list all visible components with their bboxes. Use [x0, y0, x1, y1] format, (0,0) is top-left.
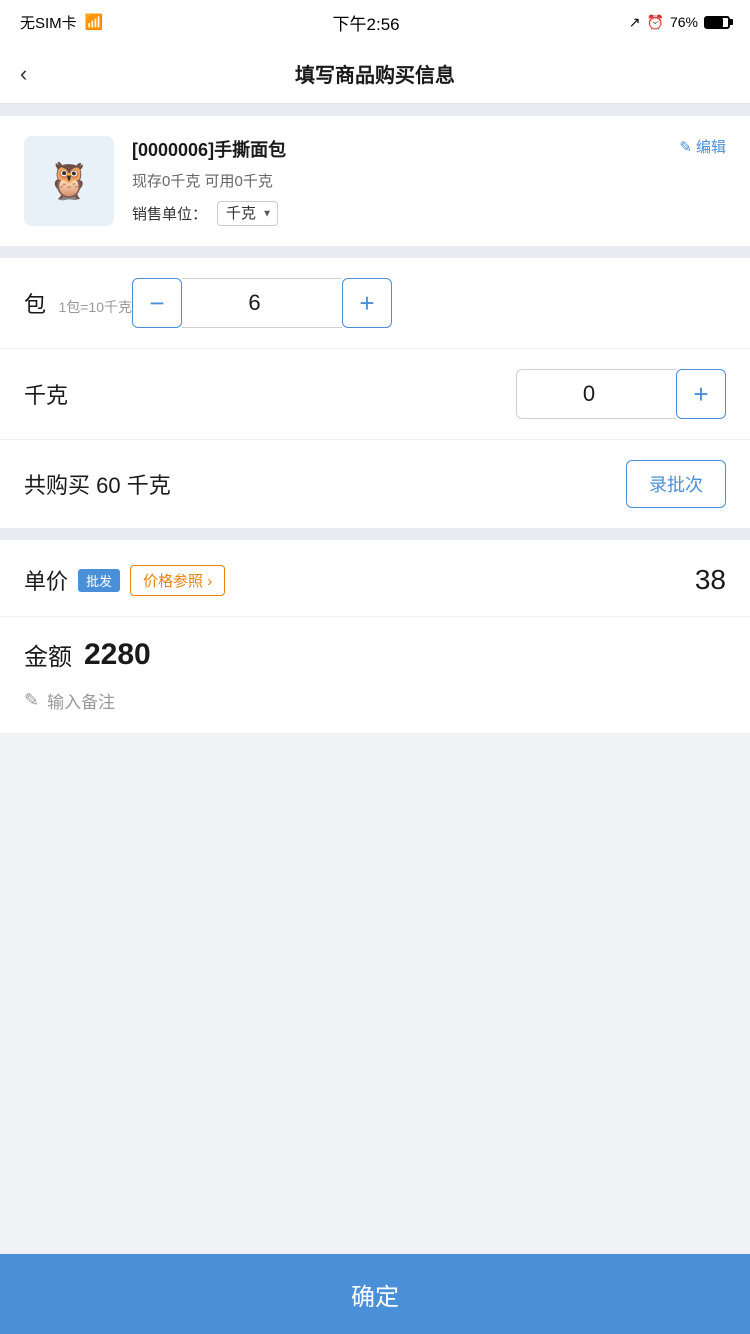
product-name: [0000006]手撕面包 — [132, 136, 726, 162]
back-button[interactable]: ‹ — [20, 61, 27, 87]
price-label: 单价 — [24, 564, 68, 596]
bao-label: 包 — [24, 292, 46, 317]
total-label: 共购买 60 千克 — [24, 468, 171, 500]
kg-label: 千克 — [24, 378, 516, 410]
amount-section: 金额 2280 ✎ 输入备注 — [0, 617, 750, 733]
amount-label: 金额 — [24, 637, 72, 672]
status-right: ↗ ⏰ 76% — [629, 14, 730, 31]
edit-button[interactable]: ✎ 编辑 — [679, 136, 726, 157]
confirm-bar[interactable]: 确定 — [0, 1254, 750, 1334]
price-label-group: 单价 批发 价格参照 › — [24, 564, 225, 596]
status-left: 无SIM卡 📶 — [20, 12, 103, 33]
product-stock: 现存0千克 可用0千克 — [132, 170, 726, 191]
note-icon: ✎ — [24, 690, 39, 711]
wifi-icon: 📶 — [85, 13, 104, 31]
bao-qty-input[interactable] — [182, 278, 342, 328]
input-section: 包 1包=10千克 − + 千克 + — [0, 258, 750, 440]
amount-row: 金额 2280 — [24, 637, 726, 672]
note-row[interactable]: ✎ 输入备注 — [24, 688, 726, 713]
price-ref-label: 价格参照 › — [143, 570, 212, 591]
product-icon: 🦉 — [47, 160, 92, 202]
price-value: 38 — [695, 564, 726, 596]
unit-label: 销售单位： — [132, 203, 207, 224]
separator-3 — [0, 528, 750, 540]
product-unit-row: 销售单位： 千克 包 — [132, 201, 726, 226]
battery-fill — [706, 18, 723, 27]
page-title: 填写商品购买信息 — [295, 59, 455, 88]
empty-content-area — [0, 733, 750, 1033]
price-ref-button[interactable]: 价格参照 › — [130, 565, 225, 596]
edit-label: 编辑 — [696, 136, 726, 157]
product-info: [0000006]手撕面包 现存0千克 可用0千克 销售单位： 千克 包 — [132, 136, 726, 226]
location-icon: ↗ — [629, 14, 641, 31]
confirm-button-label: 确定 — [351, 1277, 399, 1312]
carrier-label: 无SIM卡 — [20, 12, 77, 33]
bao-minus-button[interactable]: − — [132, 278, 182, 328]
bao-plus-button[interactable]: + — [342, 278, 392, 328]
separator-1 — [0, 104, 750, 116]
kg-qty-control: + — [516, 369, 726, 419]
bao-sub-label: 1包=10千克 — [58, 299, 132, 315]
price-tag: 批发 — [78, 569, 120, 592]
edit-icon: ✎ — [679, 138, 692, 156]
total-row: 共购买 60 千克 录批次 — [0, 440, 750, 528]
price-section: 单价 批发 价格参照 › 38 — [0, 540, 750, 616]
bao-qty-control: − + — [132, 278, 392, 328]
note-placeholder: 输入备注 — [47, 688, 115, 713]
battery-percent: 76% — [670, 14, 698, 30]
batch-button[interactable]: 录批次 — [626, 460, 726, 508]
price-row: 单价 批发 价格参照 › 38 — [24, 564, 726, 596]
unit-select[interactable]: 千克 包 — [217, 201, 278, 226]
separator-2 — [0, 246, 750, 258]
bao-row: 包 1包=10千克 − + — [0, 258, 750, 349]
kg-plus-button[interactable]: + — [676, 369, 726, 419]
kg-row: 千克 + — [0, 349, 750, 440]
unit-select-wrapper[interactable]: 千克 包 — [217, 201, 278, 226]
alarm-icon: ⏰ — [647, 14, 664, 31]
battery-bar — [704, 16, 730, 29]
product-card: 🦉 [0000006]手撕面包 现存0千克 可用0千克 销售单位： 千克 包 ✎… — [0, 116, 750, 246]
nav-bar: ‹ 填写商品购买信息 — [0, 44, 750, 104]
kg-qty-input[interactable] — [516, 369, 676, 419]
status-time: 下午2:56 — [333, 10, 400, 35]
amount-value: 2280 — [84, 638, 151, 672]
bao-label-group: 包 1包=10千克 — [24, 287, 132, 319]
status-bar: 无SIM卡 📶 下午2:56 ↗ ⏰ 76% — [0, 0, 750, 44]
product-thumbnail: 🦉 — [24, 136, 114, 226]
